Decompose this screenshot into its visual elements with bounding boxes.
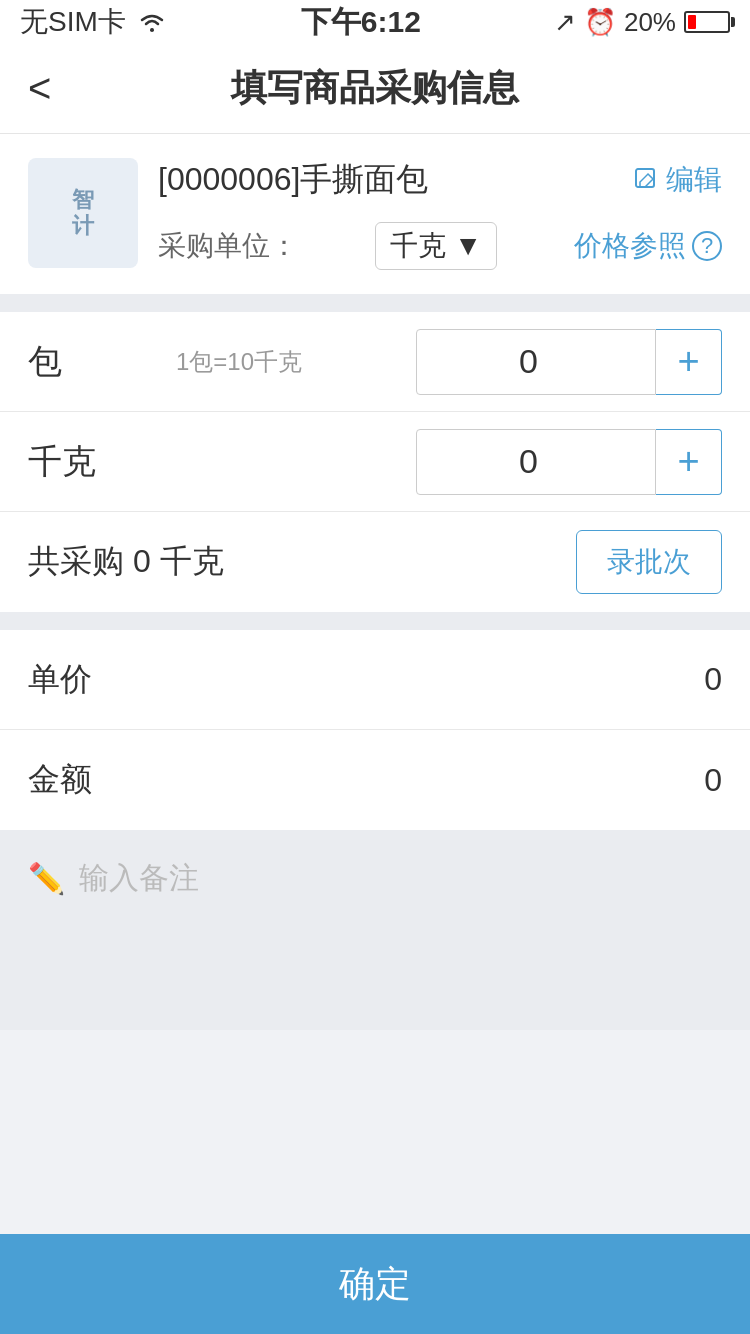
batch-button[interactable]: 录批次 [576, 530, 722, 594]
unit-value: 千克 [390, 227, 446, 265]
chevron-down-icon: ▼ [454, 230, 482, 262]
price-ref-question-icon: ? [692, 231, 722, 261]
wifi-icon [136, 10, 168, 34]
divider-1 [0, 294, 750, 312]
product-image: 智 计 [28, 158, 138, 268]
battery-percent: 20% [624, 7, 676, 38]
summary-row: 共采购 0 千克 录批次 [0, 512, 750, 612]
unit-dropdown[interactable]: 千克 ▼ [375, 222, 497, 270]
kg-quantity-input[interactable] [416, 429, 656, 495]
product-info: [0000006]手撕面包 编辑 采购单位： 千克 ▼ 价格参照 ? [158, 158, 722, 270]
bag-sublabel: 1包=10千克 [176, 346, 302, 378]
confirm-button[interactable]: 确定 [0, 1234, 750, 1334]
unit-price-row: 单价 0 [0, 630, 750, 730]
kg-input-right: + [416, 429, 722, 495]
remark-input-row[interactable]: ✏️ 输入备注 [28, 858, 722, 899]
status-left: 无SIM卡 [20, 3, 168, 41]
pencil-icon: ✏️ [28, 861, 65, 896]
amount-value: 0 [704, 762, 722, 799]
nav-bar: < 填写商品采购信息 [0, 44, 750, 134]
product-card: 智 计 [0000006]手撕面包 编辑 采购单位： 千克 ▼ 价格参照 ? [0, 134, 750, 294]
status-right: ↗ ⏰ 20% [554, 7, 730, 38]
bottom-spacer [0, 1030, 750, 1230]
kg-input-row: 千克 + [0, 412, 750, 512]
divider-2 [0, 612, 750, 630]
remark-placeholder: 输入备注 [79, 858, 199, 899]
summary-text: 共采购 0 千克 [28, 540, 224, 584]
status-time: 下午6:12 [301, 2, 421, 43]
bag-plus-button[interactable]: + [656, 329, 722, 395]
product-name-row: [0000006]手撕面包 编辑 [158, 158, 722, 202]
svg-point-0 [150, 28, 154, 32]
amount-row: 金额 0 [0, 730, 750, 830]
edit-icon [634, 167, 660, 193]
kg-label: 千克 [28, 439, 168, 485]
purchase-unit-row: 采购单位： 千克 ▼ 价格参照 ? [158, 222, 722, 270]
alarm-icon: ⏰ [584, 7, 616, 38]
bag-input-right: + [416, 329, 722, 395]
location-icon: ↗ [554, 7, 576, 38]
bag-input-row: 包 1包=10千克 + [0, 312, 750, 412]
product-name: [0000006]手撕面包 [158, 158, 428, 202]
battery-fill [688, 15, 696, 29]
input-section: 包 1包=10千克 + 千克 + [0, 312, 750, 512]
status-bar: 无SIM卡 下午6:12 ↗ ⏰ 20% [0, 0, 750, 44]
price-ref-button[interactable]: 价格参照 ? [574, 227, 722, 265]
unit-price-label: 单价 [28, 658, 92, 702]
battery-icon [684, 11, 730, 33]
bag-label: 包 [28, 339, 168, 385]
back-button[interactable]: < [28, 66, 51, 111]
purchase-unit-label: 采购单位： [158, 227, 298, 265]
page-title: 填写商品采购信息 [231, 64, 519, 113]
carrier-text: 无SIM卡 [20, 3, 126, 41]
remark-section: ✏️ 输入备注 [0, 830, 750, 1030]
kg-plus-button[interactable]: + [656, 429, 722, 495]
product-logo: 智 计 [72, 187, 94, 240]
amount-label: 金额 [28, 758, 92, 802]
bag-quantity-input[interactable] [416, 329, 656, 395]
edit-button[interactable]: 编辑 [634, 161, 722, 199]
unit-price-value: 0 [704, 661, 722, 698]
price-section: 单价 0 金额 0 [0, 630, 750, 830]
